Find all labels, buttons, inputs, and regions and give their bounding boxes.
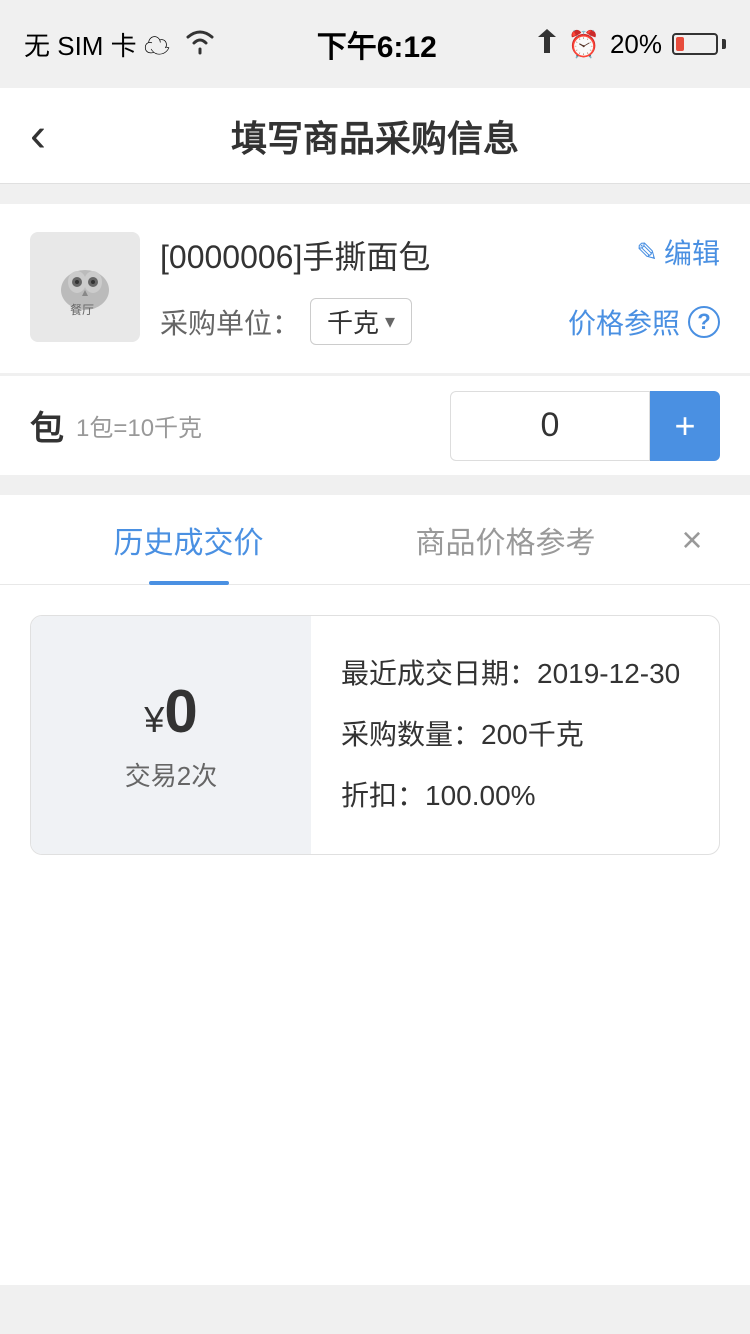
quantity-plus-button[interactable]: + <box>650 391 720 461</box>
tab-product-price-ref[interactable]: 商品价格参考 <box>347 495 664 585</box>
product-image: 餐厅 <box>30 232 140 342</box>
purchase-qty-row: 采购数量：200千克 <box>341 713 689 758</box>
recent-date-value: 2019-12-30 <box>537 658 680 689</box>
purchase-qty-value: 200千克 <box>481 719 584 750</box>
signal-text: 无 SIM 卡 ☁ <box>24 26 170 63</box>
edit-button[interactable]: ✎ 编辑 <box>636 232 720 272</box>
page-title: 填写商品采购信息 <box>231 110 519 162</box>
quantity-unit-badge: 包 <box>30 401 64 450</box>
quantity-input-group: + <box>450 391 720 461</box>
tab-active-indicator <box>149 581 229 585</box>
plus-icon: + <box>674 405 695 447</box>
status-right: ⏰ 20% <box>536 27 726 62</box>
tab-history-price[interactable]: 历史成交价 <box>30 495 347 585</box>
battery-percent: 20% <box>610 29 662 60</box>
discount-value: 100.00% <box>425 780 536 811</box>
price-value: 0 <box>164 678 197 745</box>
price-card: ¥0 交易2次 最近成交日期：2019-12-30 采购数量：200千克 折扣：… <box>30 615 720 855</box>
edit-label: 编辑 <box>664 232 720 272</box>
discount-label: 折扣： <box>341 780 425 811</box>
quantity-left: 包 1包=10千克 <box>30 401 202 450</box>
product-name: [0000006]手撕面包 <box>160 232 430 278</box>
back-button[interactable]: ‹ <box>30 112 46 160</box>
unit-select[interactable]: 千克 ▾ <box>310 298 412 345</box>
recent-date-row: 最近成交日期：2019-12-30 <box>341 652 689 697</box>
product-card: 餐厅 [0000006]手撕面包 ✎ 编辑 采购单位： 千克 ▾ 价格参照 ? <box>0 204 750 373</box>
price-left-panel: ¥0 交易2次 <box>31 616 311 854</box>
unit-label-text: 采购单位： <box>160 302 300 342</box>
main-content: ¥0 交易2次 最近成交日期：2019-12-30 采购数量：200千克 折扣：… <box>0 585 750 1285</box>
purchase-qty-label: 采购数量： <box>341 719 481 750</box>
price-ref-label: 价格参照 <box>568 302 680 342</box>
status-time: 下午6:12 <box>317 22 437 66</box>
price-ref-button[interactable]: 价格参照 ? <box>568 302 720 342</box>
status-left: 无 SIM 卡 ☁ <box>24 26 218 63</box>
product-info: [0000006]手撕面包 ✎ 编辑 采购单位： 千克 ▾ 价格参照 ? <box>160 232 720 345</box>
location-icon <box>536 27 558 62</box>
price-currency: ¥ <box>144 699 164 740</box>
quantity-section: 包 1包=10千克 + <box>0 375 750 475</box>
product-unit-row: 采购单位： 千克 ▾ 价格参照 ? <box>160 298 720 345</box>
svg-text:餐厅: 餐厅 <box>70 302 94 317</box>
alarm-icon: ⏰ <box>568 29 600 60</box>
status-bar: 无 SIM 卡 ☁ 下午6:12 ⏰ 20% <box>0 0 750 88</box>
price-card-container: ¥0 交易2次 最近成交日期：2019-12-30 采购数量：200千克 折扣：… <box>0 585 750 885</box>
quantity-input[interactable] <box>450 391 650 461</box>
battery-icon <box>672 33 726 55</box>
tab-product-price-ref-label: 商品价格参考 <box>416 518 596 562</box>
back-icon: ‹ <box>30 112 46 160</box>
close-icon: × <box>681 519 702 561</box>
unit-value: 千克 <box>327 303 379 340</box>
product-header: [0000006]手撕面包 ✎ 编辑 <box>160 232 720 278</box>
discount-row: 折扣：100.00% <box>341 774 689 819</box>
wifi-icon <box>182 27 218 62</box>
tab-bar: 历史成交价 商品价格参考 × <box>0 495 750 585</box>
price-right-panel: 最近成交日期：2019-12-30 采购数量：200千克 折扣：100.00% <box>311 616 719 854</box>
help-icon: ? <box>688 306 720 338</box>
price-trade-count: 交易2次 <box>125 756 217 793</box>
chevron-down-icon: ▾ <box>385 309 395 334</box>
section-divider <box>0 475 750 495</box>
price-amount: ¥0 <box>144 677 197 746</box>
edit-icon: ✎ <box>636 237 658 268</box>
recent-date-label: 最近成交日期： <box>341 658 537 689</box>
unit-conversion: 1包=10千克 <box>76 408 202 443</box>
tab-close-button[interactable]: × <box>664 512 720 568</box>
nav-bar: ‹ 填写商品采购信息 <box>0 88 750 184</box>
unit-label: 采购单位： 千克 ▾ <box>160 298 412 345</box>
tab-history-price-label: 历史成交价 <box>114 518 264 562</box>
